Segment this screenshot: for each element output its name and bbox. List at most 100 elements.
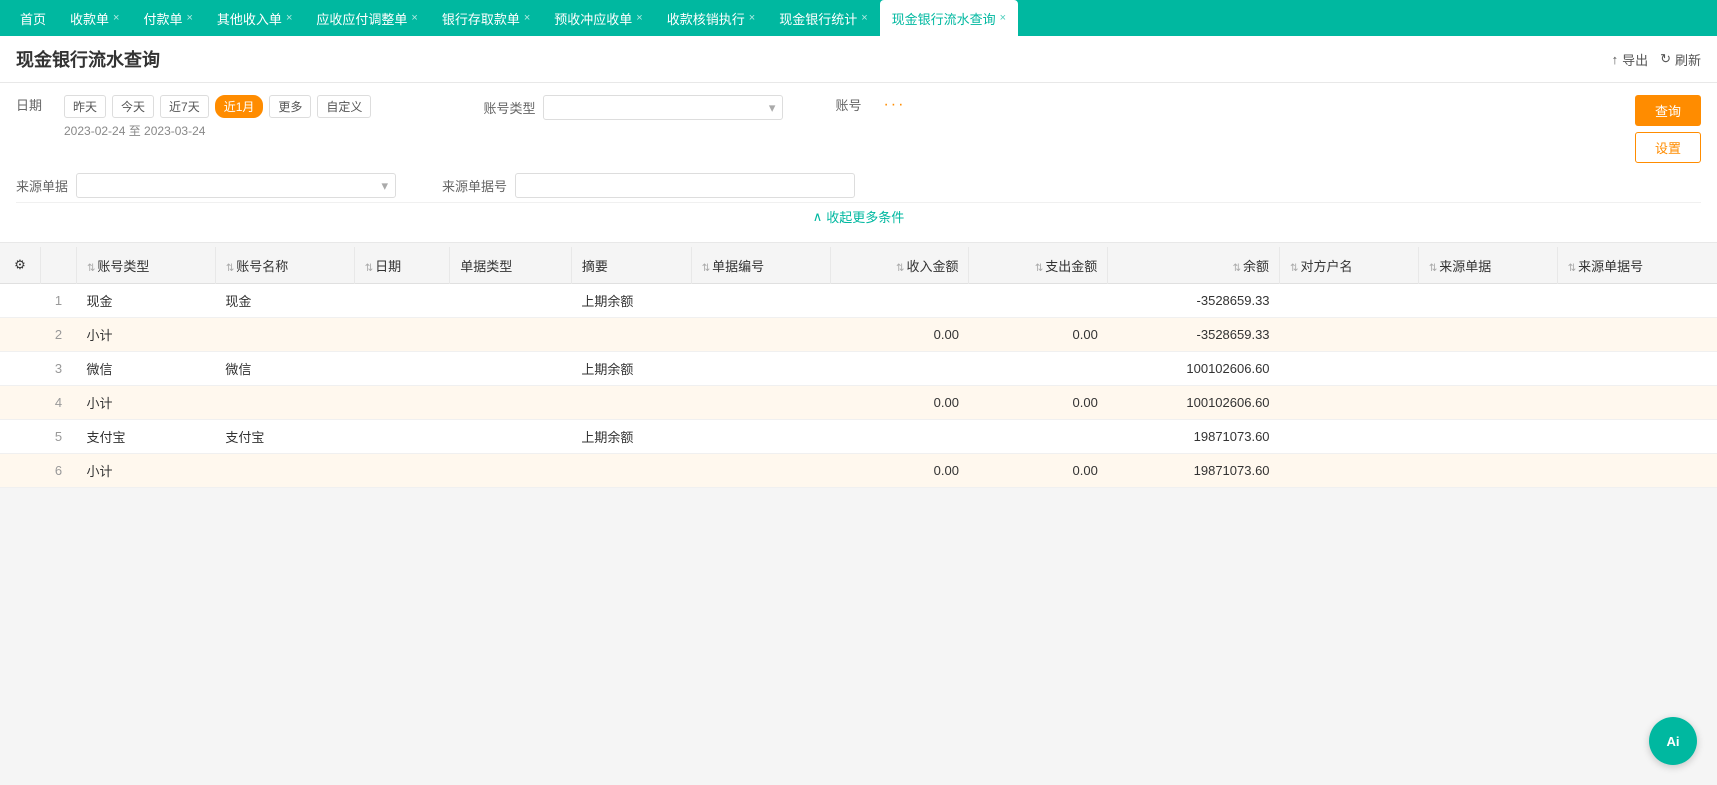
source-doc-no-label: 来源单据号 [442, 176, 507, 195]
close-receipt-icon[interactable]: × [113, 12, 119, 24]
nav-receipt[interactable]: 收款单 × [58, 0, 131, 36]
nav-home[interactable]: 首页 [8, 0, 58, 36]
nav-payment[interactable]: 付款单 × [131, 0, 204, 36]
cell-date [354, 420, 450, 454]
cell-balance: -3528659.33 [1108, 318, 1280, 352]
nav-other-income[interactable]: 其他收入单 × [205, 0, 304, 36]
cell-expense: 0.00 [969, 318, 1108, 352]
data-table: ⚙ ⇅账号类型 ⇅账号名称 ⇅日期 单据类型 摘要 ⇅单据编号 ⇅收入金额 ⇅支… [0, 247, 1717, 488]
cell-checkbox [0, 318, 41, 352]
cell-income: 0.00 [830, 386, 969, 420]
col-counterparty[interactable]: ⇅对方户名 [1280, 247, 1419, 284]
account-type-select-wrapper [543, 95, 783, 120]
cell-doc-type [450, 352, 572, 386]
close-stats-icon[interactable]: × [861, 12, 867, 24]
date-7days[interactable]: 近7天 [160, 95, 209, 118]
nav-cashflow[interactable]: 现金银行流水查询 × [880, 0, 1018, 36]
cell-doc-no [691, 352, 830, 386]
table-row: 5支付宝支付宝上期余额19871073.60 [0, 420, 1717, 454]
cell-summary: 上期余额 [571, 284, 691, 318]
nav-bank-deposit[interactable]: 银行存取款单 × [430, 0, 542, 36]
col-date[interactable]: ⇅日期 [354, 247, 450, 284]
date-yesterday[interactable]: 昨天 [64, 95, 106, 118]
cell-account-type: 小计 [77, 318, 216, 352]
ai-label: Ai [1667, 734, 1680, 749]
refresh-button[interactable]: ↻ 刷新 [1660, 50, 1701, 69]
account-type-label: 账号类型 [483, 98, 535, 117]
account-label: 账号 [835, 95, 875, 114]
cell-expense: 0.00 [969, 386, 1108, 420]
cell-income [830, 352, 969, 386]
cell-source-doc-no [1557, 420, 1717, 454]
cell-summary: 上期余额 [571, 352, 691, 386]
cell-balance: -3528659.33 [1108, 284, 1280, 318]
cell-rownum: 3 [41, 352, 77, 386]
settings-button[interactable]: 设置 [1635, 132, 1701, 163]
col-account-type[interactable]: ⇅账号类型 [77, 247, 216, 284]
ai-button[interactable]: Ai [1649, 717, 1697, 765]
cell-date [354, 318, 450, 352]
source-doc-select-wrapper [76, 173, 396, 198]
cell-doc-no [691, 386, 830, 420]
cell-summary [571, 454, 691, 488]
cell-doc-type [450, 420, 572, 454]
cell-doc-type [450, 454, 572, 488]
table-row: 6小计0.000.0019871073.60 [0, 454, 1717, 488]
close-other-income-icon[interactable]: × [286, 12, 292, 24]
date-label: 日期 [16, 95, 56, 114]
cell-income: 0.00 [830, 454, 969, 488]
date-1month[interactable]: 近1月 [215, 95, 264, 118]
cell-balance: 100102606.60 [1108, 386, 1280, 420]
date-options: 昨天 今天 近7天 近1月 更多 自定义 [64, 95, 371, 118]
close-ar-adjust-icon[interactable]: × [411, 12, 417, 24]
account-dots-button[interactable]: ··· [883, 96, 905, 114]
close-payment-icon[interactable]: × [186, 12, 192, 24]
col-expense[interactable]: ⇅支出金额 [969, 247, 1108, 284]
close-collect-icon[interactable]: × [749, 12, 755, 24]
refresh-icon: ↻ [1660, 51, 1671, 67]
table-row: 1现金现金上期余额-3528659.33 [0, 284, 1717, 318]
cell-summary [571, 386, 691, 420]
export-button[interactable]: ↑ 导出 [1612, 50, 1649, 69]
nav-ar-adjust[interactable]: 应收应付调整单 × [304, 0, 429, 36]
cell-counterparty [1280, 454, 1419, 488]
nav-collect[interactable]: 收款核销执行 × [655, 0, 767, 36]
close-prepay-icon[interactable]: × [636, 12, 642, 24]
col-account-name[interactable]: ⇅账号名称 [215, 247, 354, 284]
col-doc-no[interactable]: ⇅单据编号 [691, 247, 830, 284]
query-button[interactable]: 查询 [1635, 95, 1701, 126]
source-doc-select[interactable] [76, 173, 396, 198]
cell-account-name: 现金 [215, 284, 354, 318]
cell-source-doc-no [1557, 454, 1717, 488]
col-income[interactable]: ⇅收入金额 [830, 247, 969, 284]
cell-rownum: 5 [41, 420, 77, 454]
table-row: 2小计0.000.00-3528659.33 [0, 318, 1717, 352]
page-header: 现金银行流水查询 ↑ 导出 ↻ 刷新 [0, 36, 1717, 83]
collapse-bar[interactable]: ∧ 收起更多条件 [16, 202, 1701, 230]
account-type-select[interactable] [543, 95, 783, 120]
col-source-doc-no[interactable]: ⇅来源单据号 [1557, 247, 1717, 284]
cell-checkbox [0, 284, 41, 318]
close-cashflow-icon[interactable]: × [1000, 12, 1006, 24]
col-source-doc[interactable]: ⇅来源单据 [1418, 247, 1557, 284]
cell-account-name: 微信 [215, 352, 354, 386]
table-container: ⚙ ⇅账号类型 ⇅账号名称 ⇅日期 单据类型 摘要 ⇅单据编号 ⇅收入金额 ⇅支… [0, 247, 1717, 488]
close-bank-deposit-icon[interactable]: × [524, 12, 530, 24]
gear-icon[interactable]: ⚙ [10, 255, 30, 275]
col-rownum [41, 247, 77, 284]
cell-source-doc-no [1557, 352, 1717, 386]
nav-prepay[interactable]: 预收冲应收单 × [542, 0, 654, 36]
col-balance[interactable]: ⇅余额 [1108, 247, 1280, 284]
cell-account-name: 支付宝 [215, 420, 354, 454]
date-more[interactable]: 更多 [269, 95, 311, 118]
nav-stats[interactable]: 现金银行统计 × [767, 0, 879, 36]
col-gear[interactable]: ⚙ [0, 247, 41, 284]
source-doc-no-input[interactable] [515, 173, 855, 198]
date-today[interactable]: 今天 [112, 95, 154, 118]
header-actions: ↑ 导出 ↻ 刷新 [1612, 50, 1701, 69]
cell-summary: 上期余额 [571, 420, 691, 454]
filter-area: 日期 昨天 今天 近7天 近1月 更多 自定义 2023-02-24 至 202… [0, 83, 1717, 243]
cell-date [354, 352, 450, 386]
date-custom[interactable]: 自定义 [317, 95, 371, 118]
cell-account-name [215, 318, 354, 352]
